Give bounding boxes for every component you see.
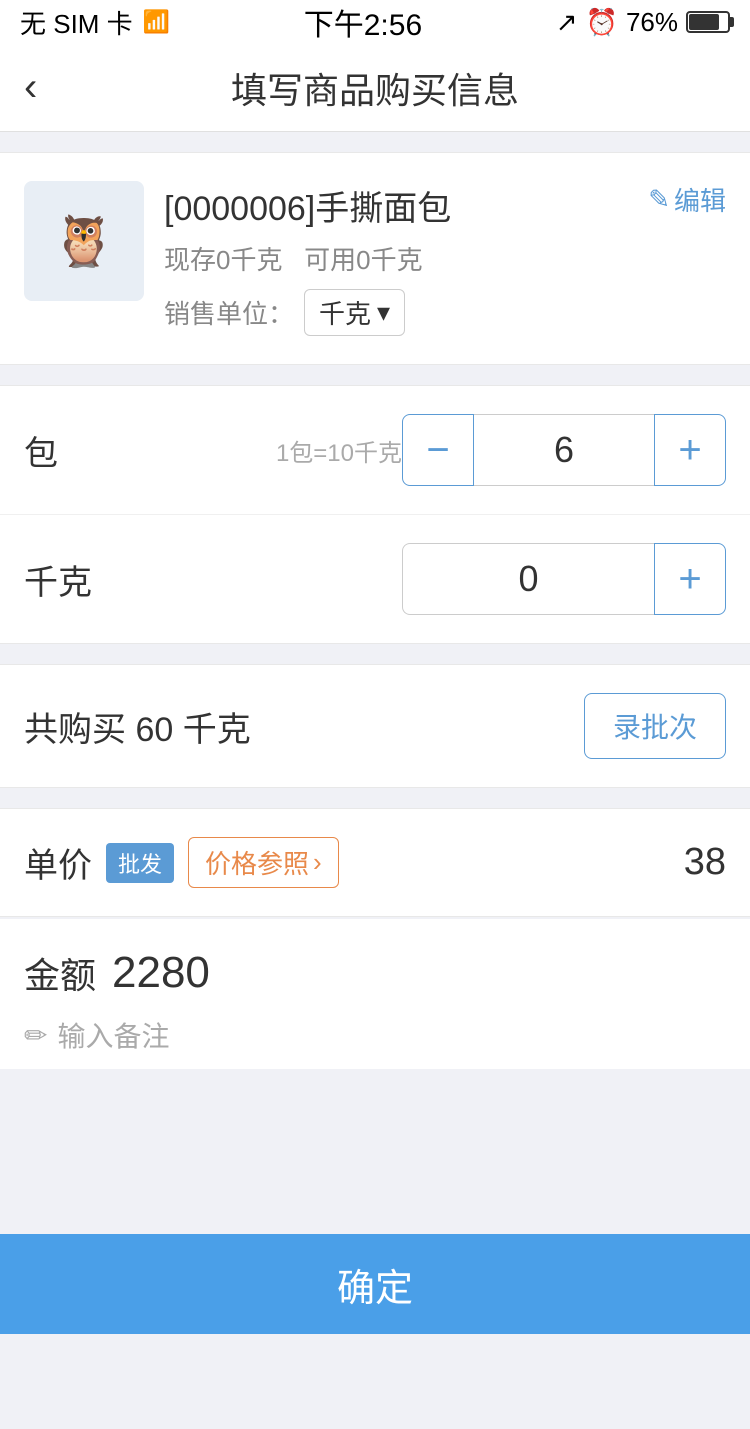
no-sim-label: 无 SIM 卡 bbox=[20, 4, 133, 41]
stock-label: 现存0千克 bbox=[164, 245, 282, 275]
kg-quantity-input[interactable] bbox=[402, 543, 654, 615]
product-image: 🦉 bbox=[24, 181, 144, 301]
available-label: 可用0千克 bbox=[304, 245, 422, 275]
bag-label: 包 bbox=[24, 426, 266, 475]
kg-quantity-row: 千克 + bbox=[0, 515, 750, 643]
page-title: 填写商品购买信息 bbox=[231, 62, 519, 114]
bag-quantity-input[interactable] bbox=[474, 414, 654, 486]
status-bar: 无 SIM 卡 📶 下午2:56 ↗ ⏰ 76% bbox=[0, 0, 750, 44]
product-name: [0000006]手撕面包 bbox=[164, 181, 451, 230]
battery-icon bbox=[686, 11, 730, 33]
bag-increment-button[interactable]: + bbox=[654, 414, 726, 486]
amount-section: 金额 2280 ✏ 输入备注 bbox=[0, 919, 750, 1069]
product-stock: 现存0千克 可用0千克 bbox=[164, 240, 726, 277]
price-ref-label: 价格参照 bbox=[205, 844, 309, 881]
kg-qty-controls: + bbox=[402, 543, 726, 615]
wifi-icon: 📶 bbox=[143, 9, 170, 35]
product-logo-icon: 🦉 bbox=[53, 212, 115, 271]
chevron-right-icon: › bbox=[313, 847, 322, 878]
kg-increment-button[interactable]: + bbox=[654, 543, 726, 615]
unit-selector[interactable]: 千克 ▾ bbox=[304, 289, 405, 336]
back-button[interactable]: ‹ bbox=[24, 65, 37, 110]
product-unit-row: 销售单位： 千克 ▾ bbox=[164, 289, 726, 336]
quantity-section: 包 1包=10千克 − + 千克 + bbox=[0, 385, 750, 644]
status-right: ↗ ⏰ 76% bbox=[556, 7, 730, 38]
bag-hint: 1包=10千克 bbox=[276, 433, 402, 468]
price-label: 单价 bbox=[24, 838, 92, 887]
price-reference-button[interactable]: 价格参照 › bbox=[188, 837, 339, 888]
price-type-tag: 批发 bbox=[106, 843, 174, 883]
summary-section: 共购买 60 千克 录批次 bbox=[0, 664, 750, 788]
price-section: 单价 批发 价格参照 › 38 bbox=[0, 808, 750, 917]
confirm-bar[interactable]: 确定 bbox=[0, 1234, 750, 1334]
pencil-icon: ✏ bbox=[24, 1019, 47, 1052]
price-value: 38 bbox=[684, 841, 726, 884]
remark-placeholder[interactable]: 输入备注 bbox=[57, 1015, 169, 1055]
alarm-icon: ⏰ bbox=[586, 7, 618, 38]
battery-percent: 76% bbox=[626, 7, 678, 38]
location-icon: ↗ bbox=[556, 7, 578, 38]
product-card: 🦉 [0000006]手撕面包 ✎ 编辑 现存0千克 可用0千克 销售单位： 千… bbox=[0, 152, 750, 365]
unit-value: 千克 bbox=[319, 294, 371, 331]
chevron-down-icon: ▾ bbox=[377, 297, 390, 328]
confirm-button-label: 确定 bbox=[337, 1257, 413, 1312]
remark-row[interactable]: ✏ 输入备注 bbox=[24, 1015, 726, 1055]
product-info: [0000006]手撕面包 ✎ 编辑 现存0千克 可用0千克 销售单位： 千克 … bbox=[164, 181, 726, 336]
kg-label: 千克 bbox=[24, 555, 402, 604]
nav-bar: ‹ 填写商品购买信息 bbox=[0, 44, 750, 132]
unit-prefix: 销售单位： bbox=[164, 294, 294, 331]
amount-row: 金额 2280 bbox=[24, 947, 726, 999]
status-left: 无 SIM 卡 📶 bbox=[20, 4, 170, 41]
amount-value: 2280 bbox=[112, 948, 210, 998]
status-time: 下午2:56 bbox=[304, 0, 422, 44]
summary-text: 共购买 60 千克 bbox=[24, 702, 251, 751]
edit-label: 编辑 bbox=[674, 181, 726, 218]
batch-button[interactable]: 录批次 bbox=[584, 693, 726, 759]
edit-button[interactable]: ✎ 编辑 bbox=[648, 181, 726, 218]
bag-decrement-button[interactable]: − bbox=[402, 414, 474, 486]
amount-label: 金额 bbox=[24, 947, 96, 999]
bag-quantity-row: 包 1包=10千克 − + bbox=[0, 386, 750, 515]
edit-icon: ✎ bbox=[648, 184, 670, 215]
bag-qty-controls: − + bbox=[402, 414, 726, 486]
